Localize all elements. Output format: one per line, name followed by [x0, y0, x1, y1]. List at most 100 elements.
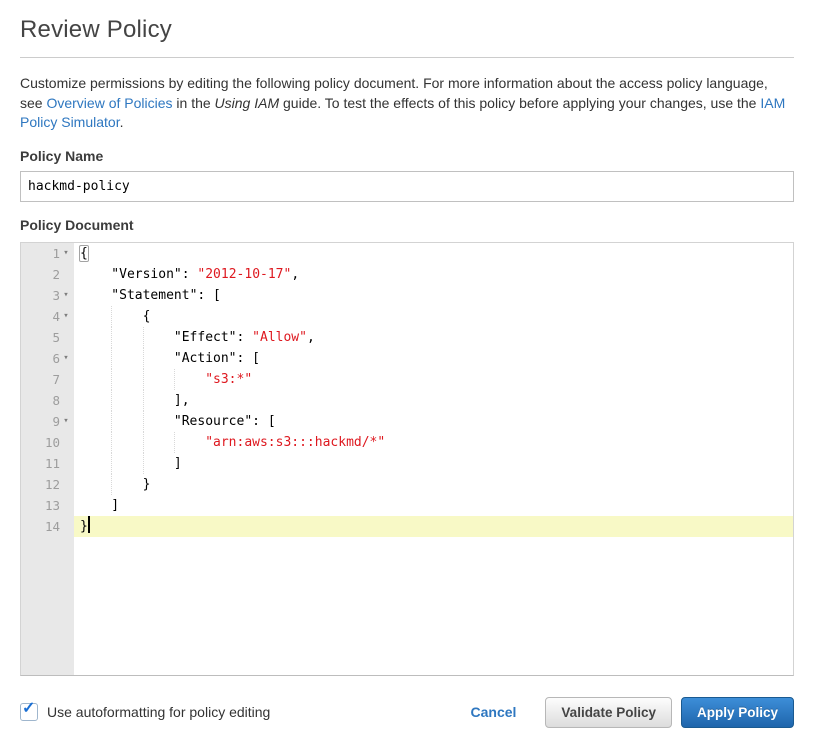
code-token: "Allow"	[252, 330, 307, 345]
code-line[interactable]: 2 "Version": "2012-10-17",	[21, 264, 793, 285]
cancel-link[interactable]: Cancel	[471, 704, 517, 720]
code-content: ]	[74, 453, 793, 474]
policy-name-input[interactable]	[20, 171, 794, 202]
policy-document-label: Policy Document	[20, 217, 794, 233]
intro-italic-text: Using IAM	[215, 95, 280, 111]
indent-guide	[111, 411, 142, 432]
indent-guide	[80, 306, 111, 327]
code-token: }	[80, 519, 88, 534]
gutter-cell[interactable]: 10	[21, 432, 74, 453]
line-number: 2	[52, 264, 60, 285]
gutter-cell[interactable]: 9▾	[21, 411, 74, 432]
indent-guide	[143, 348, 174, 369]
fold-arrow-icon[interactable]: ▾	[60, 348, 72, 369]
indent-guide	[111, 390, 142, 411]
line-number: 7	[52, 369, 60, 390]
code-content: ],	[74, 390, 793, 411]
code-token: "Resource"	[174, 414, 252, 429]
overview-of-policies-link[interactable]: Overview of Policies	[46, 95, 172, 111]
gutter-cell[interactable]: 12	[21, 474, 74, 495]
footer-bar: ✓ Use autoformatting for policy editing …	[20, 697, 794, 728]
indent-guide	[80, 390, 111, 411]
gutter-cell[interactable]: 2	[21, 264, 74, 285]
indent-guide	[174, 432, 205, 453]
indent-guide	[143, 453, 174, 474]
code-line[interactable]: 6▾"Action": [	[21, 348, 793, 369]
code-token: ,	[291, 267, 299, 282]
code-token: ]	[111, 498, 119, 513]
apply-policy-button[interactable]: Apply Policy	[681, 697, 794, 728]
indent-guide	[111, 327, 142, 348]
gutter-cell[interactable]: 5	[21, 327, 74, 348]
indent-guide	[80, 411, 111, 432]
fold-arrow-icon[interactable]: ▾	[60, 411, 72, 432]
gutter-cell[interactable]: 7	[21, 369, 74, 390]
code-token: : [	[252, 414, 275, 429]
intro-text: Customize permissions by editing the fol…	[20, 74, 794, 133]
code-content: }	[74, 474, 793, 495]
autoformat-option: ✓ Use autoformatting for policy editing	[20, 703, 270, 721]
gutter-cell[interactable]: 3▾	[21, 285, 74, 306]
line-number: 4	[52, 306, 60, 327]
checkmark-icon: ✓	[22, 700, 35, 718]
fold-arrow-icon[interactable]: ▾	[60, 243, 72, 264]
line-number: 11	[45, 453, 60, 474]
code-line[interactable]: 12}	[21, 474, 793, 495]
code-token: "Action"	[174, 351, 237, 366]
code-content: {	[74, 306, 793, 327]
code-line[interactable]: 7"s3:*"	[21, 369, 793, 390]
code-line[interactable]: 8],	[21, 390, 793, 411]
code-line[interactable]: 9▾"Resource": [	[21, 411, 793, 432]
code-token: :	[182, 267, 198, 282]
autoformat-checkbox[interactable]: ✓	[20, 703, 38, 721]
fold-arrow-icon[interactable]: ▾	[60, 285, 72, 306]
code-line[interactable]: 5"Effect": "Allow",	[21, 327, 793, 348]
action-buttons: Cancel Validate Policy Apply Policy	[471, 697, 795, 728]
code-line[interactable]: 1▾{	[21, 243, 793, 264]
line-number: 12	[45, 474, 60, 495]
indent-guide	[80, 327, 111, 348]
code-line[interactable]: 13]	[21, 495, 793, 516]
code-line[interactable]: 4▾ {	[21, 306, 793, 327]
code-line[interactable]: 11]	[21, 453, 793, 474]
code-line[interactable]: 10"arn:aws:s3:::hackmd/*"	[21, 432, 793, 453]
indent-guide	[111, 306, 142, 327]
code-token: ]	[174, 456, 182, 471]
text-cursor	[88, 516, 90, 533]
policy-editor[interactable]: 1▾{2"Version": "2012-10-17",3▾"Statement…	[20, 242, 794, 676]
indent-guide	[80, 369, 111, 390]
code-lines: 1▾{2"Version": "2012-10-17",3▾"Statement…	[21, 243, 793, 537]
code-line[interactable]: 14}	[21, 516, 793, 537]
gutter-cell[interactable]: 1▾	[21, 243, 74, 264]
indent-guide	[80, 474, 111, 495]
gutter-cell[interactable]: 11	[21, 453, 74, 474]
indent-guide	[111, 369, 142, 390]
code-token: {	[143, 309, 151, 324]
code-content: }	[74, 516, 793, 537]
indent-guide	[111, 474, 142, 495]
code-token: "Version"	[111, 267, 181, 282]
indent-guide	[80, 348, 111, 369]
indent-guide	[143, 327, 174, 348]
gutter-cell[interactable]: 8	[21, 390, 74, 411]
indent-guide	[80, 453, 111, 474]
indent-guide	[111, 432, 142, 453]
gutter-cell[interactable]: 13	[21, 495, 74, 516]
code-content: {	[74, 243, 793, 264]
indent-guide	[80, 495, 111, 516]
validate-policy-button[interactable]: Validate Policy	[545, 697, 672, 728]
gutter-cell[interactable]: 6▾	[21, 348, 74, 369]
code-line[interactable]: 3▾"Statement": [	[21, 285, 793, 306]
code-content: "Version": "2012-10-17",	[74, 264, 793, 285]
code-token: "Statement"	[111, 288, 197, 303]
line-number: 10	[45, 432, 60, 453]
gutter-cell[interactable]: 4▾	[21, 306, 74, 327]
line-number: 9	[52, 411, 60, 432]
indent-guide	[143, 411, 174, 432]
page-title: Review Policy	[20, 16, 794, 44]
line-number: 6	[52, 348, 60, 369]
gutter-cell[interactable]: 14	[21, 516, 74, 537]
code-content: "Resource": [	[74, 411, 793, 432]
fold-arrow-icon[interactable]: ▾	[60, 306, 72, 327]
indent-guide	[80, 264, 111, 285]
